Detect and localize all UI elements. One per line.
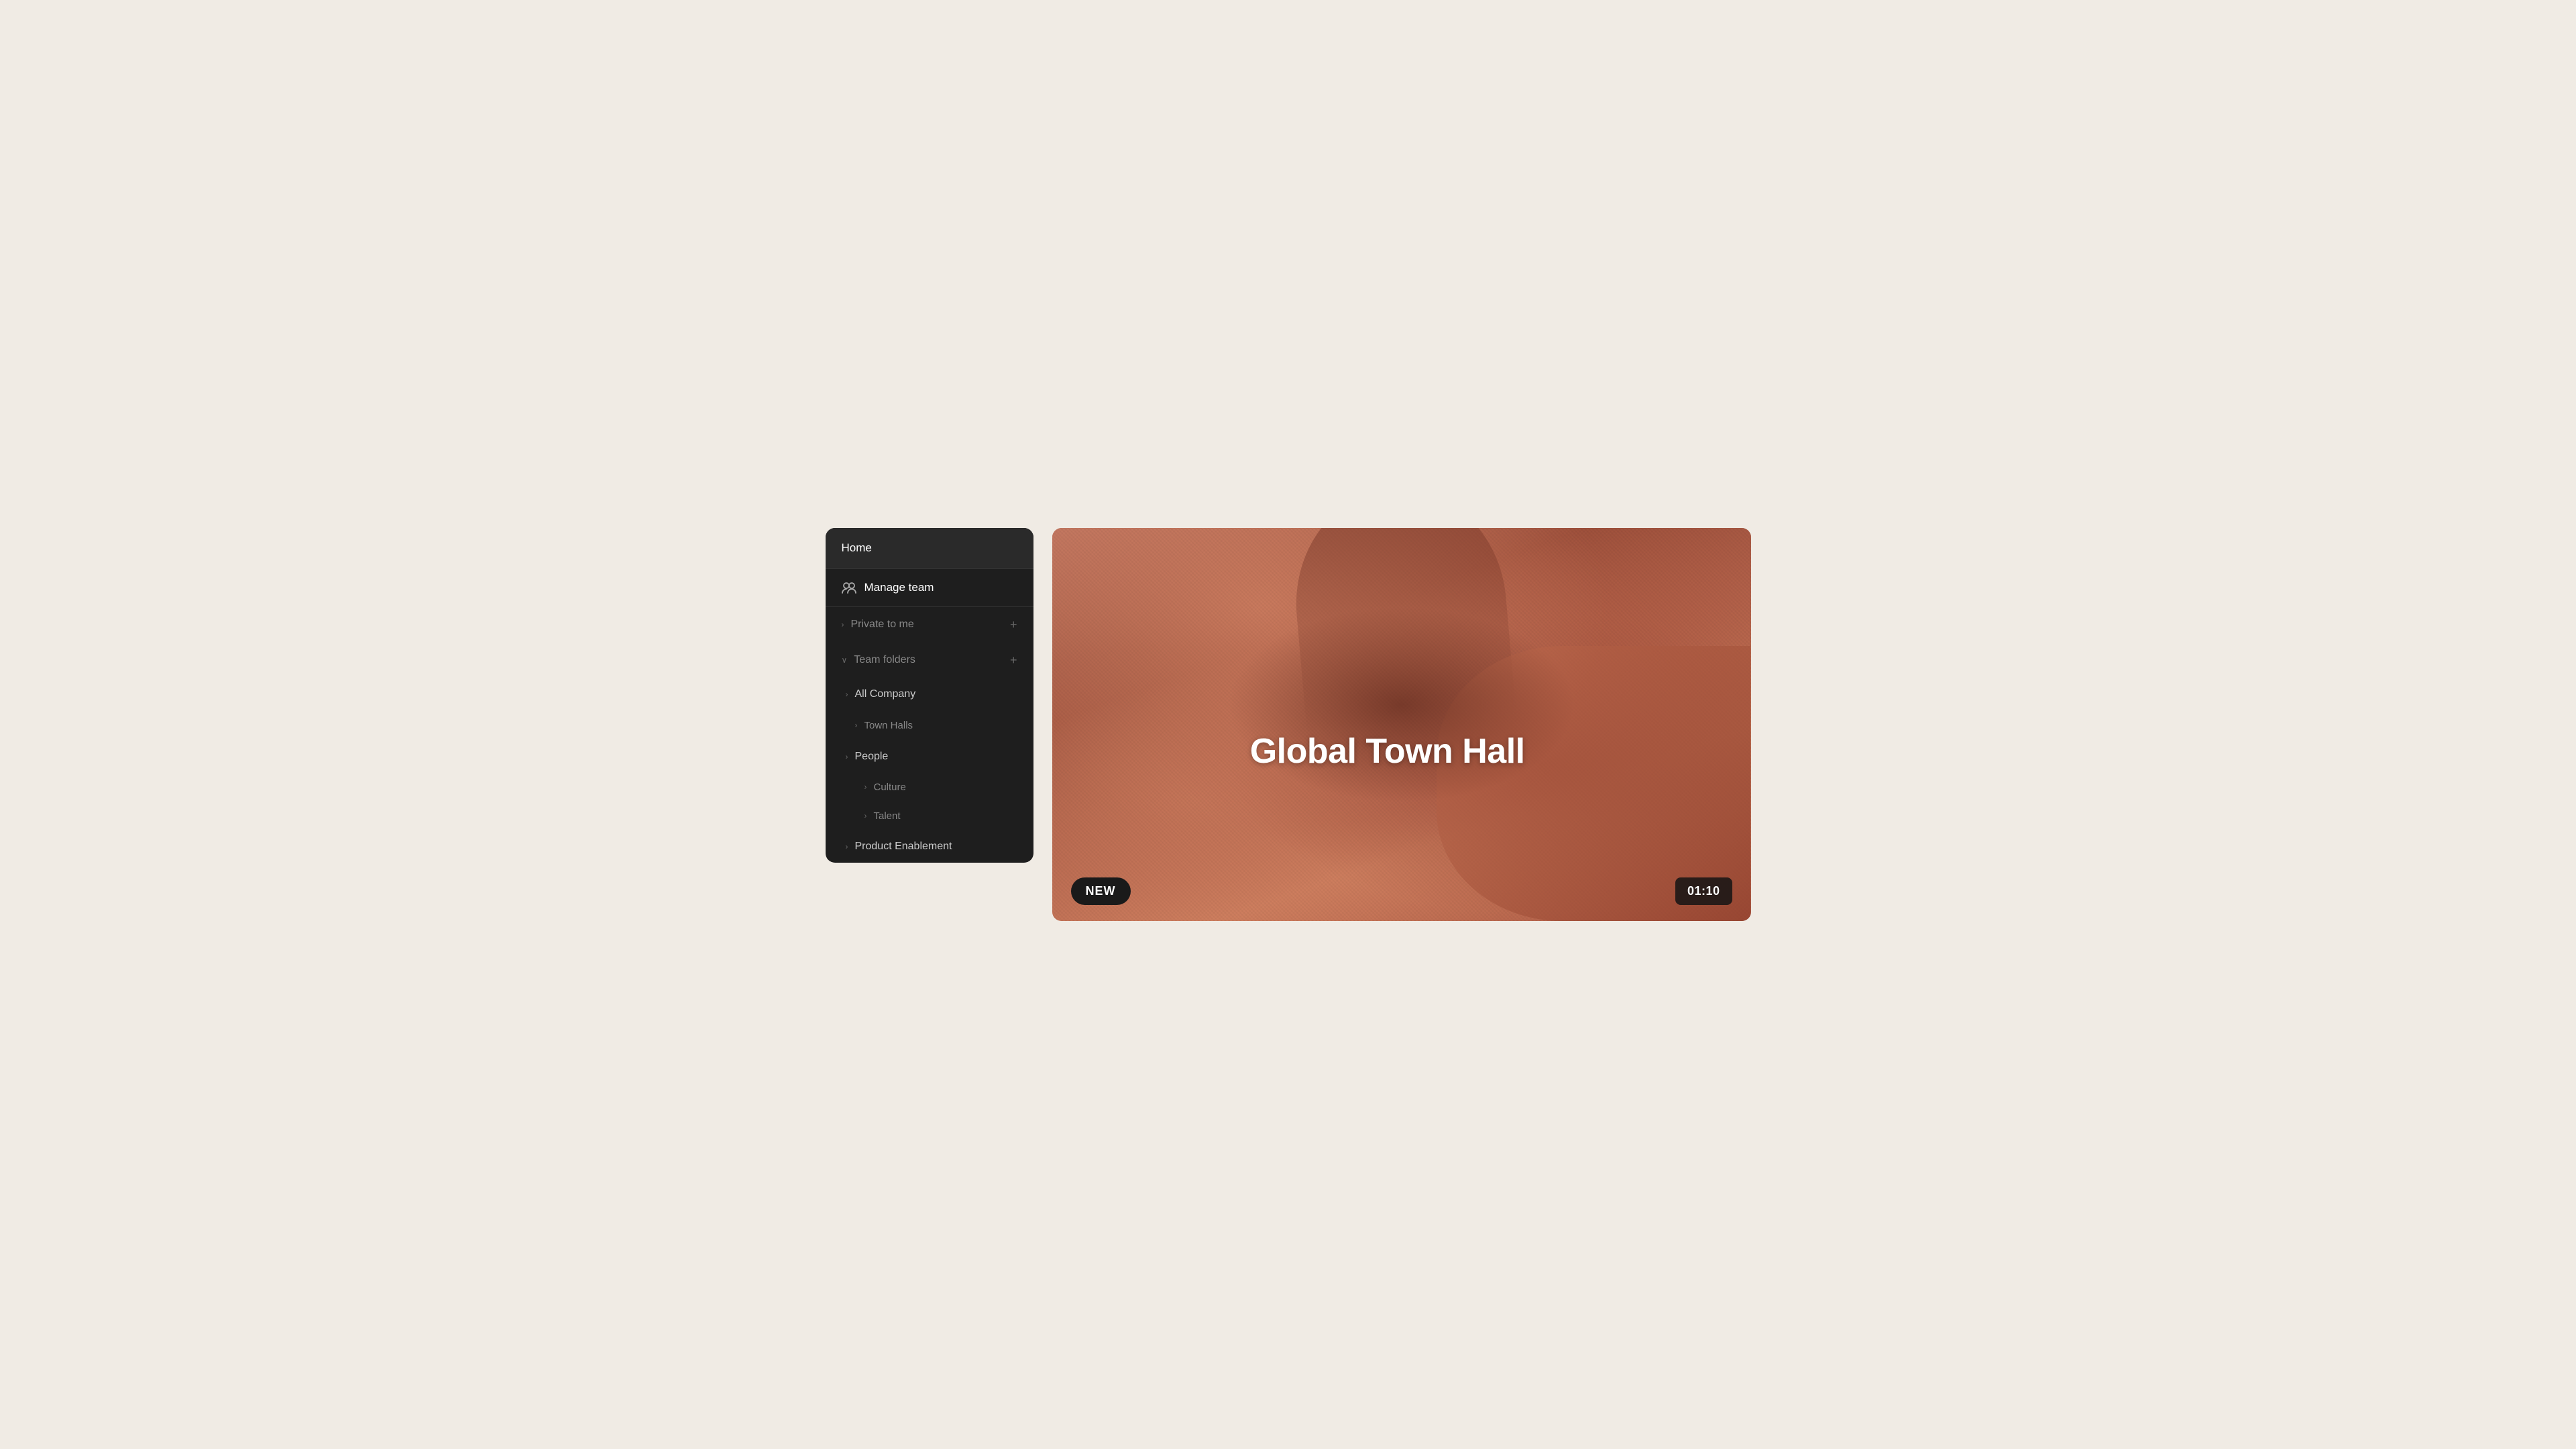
chevron-right-icon-product: › (846, 842, 848, 851)
chevron-right-icon-people: › (846, 752, 848, 761)
sidebar-item-town-halls[interactable]: › Town Halls (826, 710, 1033, 741)
chevron-down-icon: ∨ (842, 655, 848, 665)
main-content: Global Town Hall NEW 01:10 (1052, 528, 1751, 921)
private-to-me-label: Private to me (851, 619, 914, 631)
add-team-folder-icon[interactable]: + (1010, 653, 1017, 667)
all-company-label: All Company (855, 688, 916, 700)
sidebar-item-people[interactable]: › People (826, 741, 1033, 773)
sidebar-item-product-enablement[interactable]: › Product Enablement (826, 830, 1033, 863)
add-private-icon[interactable]: + (1010, 618, 1017, 632)
culture-label: Culture (874, 782, 906, 793)
chevron-right-icon: › (842, 620, 844, 629)
manage-team-label: Manage team (864, 581, 934, 594)
team-folders-label: Team folders (854, 654, 915, 666)
chevron-right-icon-talent: › (864, 811, 867, 820)
town-halls-label: Town Halls (864, 720, 913, 731)
sidebar-item-talent[interactable]: › Talent (826, 802, 1033, 830)
sidebar-item-all-company[interactable]: › All Company (826, 678, 1033, 710)
sidebar-item-culture[interactable]: › Culture (826, 773, 1033, 802)
sidebar-item-private-to-me[interactable]: › Private to me + (826, 607, 1033, 643)
video-title: Global Town Hall (1250, 731, 1525, 771)
product-enablement-label: Product Enablement (855, 841, 952, 853)
talent-label: Talent (874, 810, 901, 822)
manage-team-icon (842, 582, 856, 594)
sidebar-item-team-folders[interactable]: ∨ Team folders + (826, 643, 1033, 678)
sidebar: Home Manage team › Private to me + (826, 528, 1033, 863)
chevron-right-icon-all-company: › (846, 690, 848, 699)
people-label: People (855, 751, 889, 763)
video-card[interactable]: Global Town Hall NEW 01:10 (1052, 528, 1751, 921)
sidebar-item-manage-team[interactable]: Manage team (826, 568, 1033, 607)
app-container: Home Manage team › Private to me + (826, 528, 1751, 921)
drape-shadow (1227, 606, 1576, 803)
badge-new: NEW (1071, 877, 1131, 905)
chevron-right-icon-culture: › (864, 782, 867, 792)
badge-duration: 01:10 (1675, 877, 1732, 905)
sidebar-item-home[interactable]: Home (826, 528, 1033, 568)
chevron-right-icon-town-halls: › (855, 720, 858, 730)
